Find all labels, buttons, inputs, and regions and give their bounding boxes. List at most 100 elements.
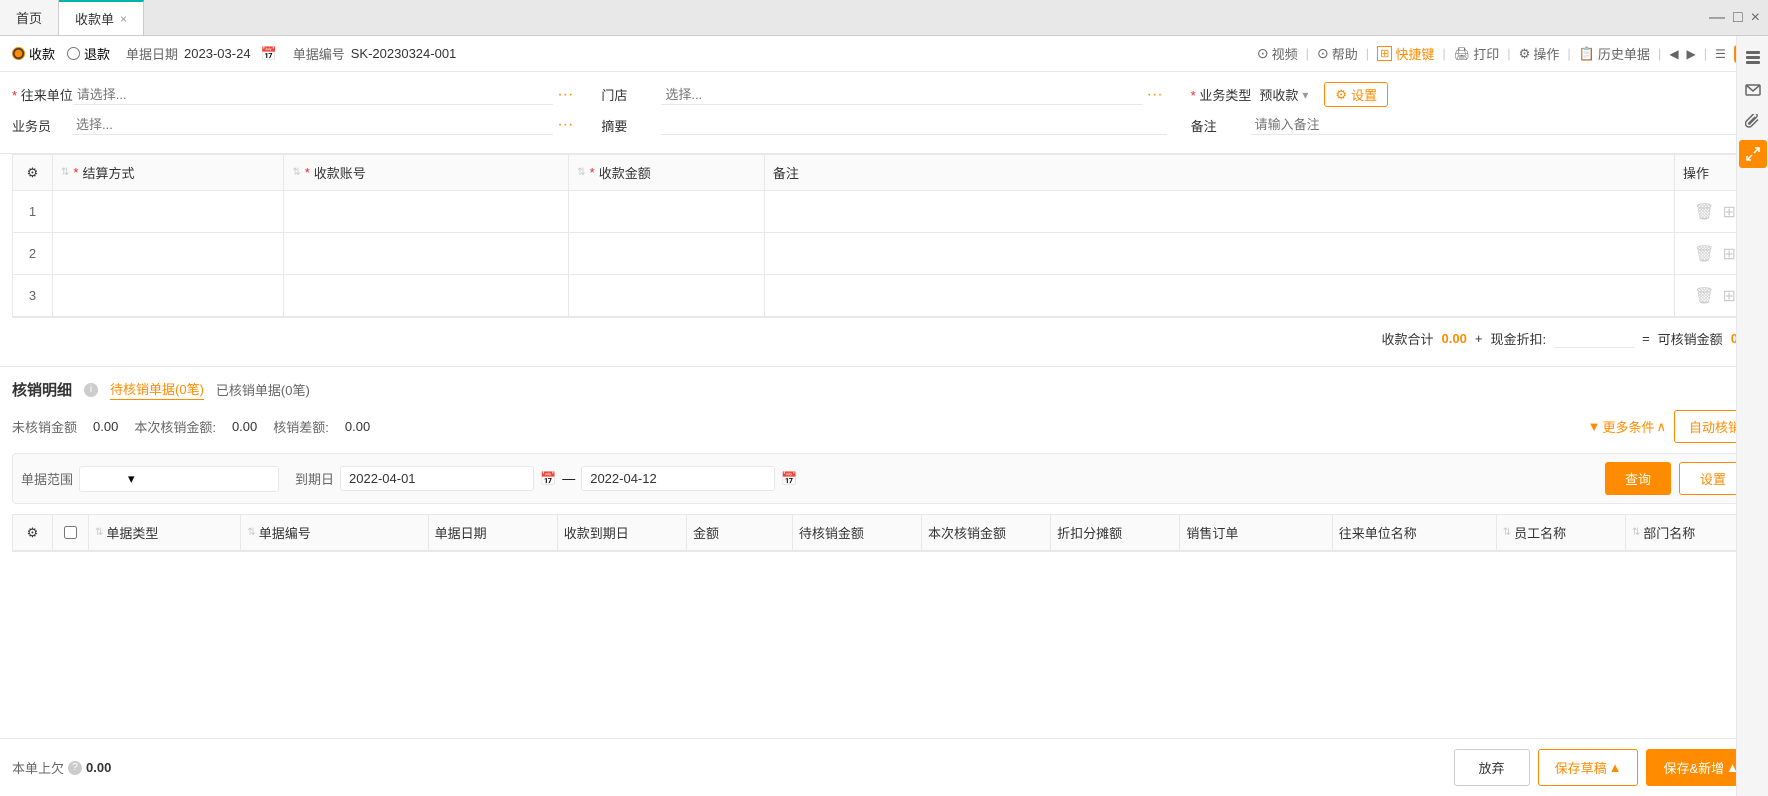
select-all-checkbox[interactable] bbox=[64, 526, 77, 539]
history-icon: 📋 bbox=[1579, 46, 1595, 62]
doc-range-select[interactable]: ▾ bbox=[79, 466, 279, 492]
due-date-label: 到期日 bbox=[295, 469, 334, 488]
detail-th-discount: 折扣分摊额 bbox=[1051, 515, 1180, 550]
row-1-remark[interactable] bbox=[765, 191, 1675, 232]
save-draft-button[interactable]: 保存草稿 ▲ bbox=[1538, 749, 1639, 786]
row-3-delete-icon[interactable]: 🗑 bbox=[1694, 286, 1714, 306]
counterpart-ellipsis[interactable]: ··· bbox=[553, 86, 577, 104]
settings-gear-icon: ⚙ bbox=[1335, 87, 1347, 103]
row-1-account[interactable] bbox=[284, 191, 569, 232]
form-row-2: 业务员 ··· 摘要 备注 bbox=[12, 115, 1756, 135]
detail-th-writeoff-amt: 本次核销金额 bbox=[922, 515, 1051, 550]
sidebar-expand-icon[interactable] bbox=[1739, 140, 1767, 168]
row-1-amount[interactable] bbox=[569, 191, 765, 232]
tab-receipt-label: 收款单 bbox=[75, 9, 114, 28]
pending-tab[interactable]: 待核销单据(0笔) bbox=[110, 379, 204, 400]
filter-icon: ▼ bbox=[1588, 419, 1601, 434]
row-2-copy-icon[interactable]: ⊞ bbox=[1722, 244, 1735, 264]
video-btn[interactable]: ⊙ 视频 bbox=[1257, 44, 1298, 63]
help-btn[interactable]: ⊙ 帮助 bbox=[1317, 44, 1358, 63]
row-3-amount[interactable] bbox=[569, 275, 765, 316]
current-label: 本单上欠 bbox=[12, 758, 64, 777]
row-2-settlement[interactable] bbox=[53, 233, 284, 274]
store-ellipsis[interactable]: ··· bbox=[1143, 86, 1167, 104]
more-conditions-btn[interactable]: ▼ 更多条件 ∧ bbox=[1588, 417, 1666, 436]
summary-label: 摘要 bbox=[601, 116, 661, 135]
sidebar-table-icon[interactable] bbox=[1739, 44, 1767, 72]
detail-th-amount: 金额 bbox=[687, 515, 793, 550]
counterpart-input[interactable] bbox=[73, 85, 554, 105]
sidebar-clip-icon[interactable] bbox=[1739, 108, 1767, 136]
tab-receipt[interactable]: 收款单 × bbox=[59, 0, 144, 35]
due-date-from-input[interactable] bbox=[340, 466, 534, 491]
row-2-account[interactable] bbox=[284, 233, 569, 274]
prev-btn[interactable]: ◀ bbox=[1669, 47, 1678, 61]
list-view-btn[interactable]: ☰ bbox=[1715, 47, 1726, 61]
summary-input[interactable] bbox=[661, 115, 1166, 135]
save-draft-dropdown-icon[interactable]: ▲ bbox=[1609, 760, 1622, 775]
date-from-calendar-icon[interactable]: 📅 bbox=[540, 471, 556, 487]
row-1-settlement[interactable] bbox=[53, 191, 284, 232]
maximize-icon[interactable]: □ bbox=[1733, 9, 1743, 27]
detail-th-check[interactable] bbox=[53, 515, 89, 550]
history-btn[interactable]: 📋 历史单据 bbox=[1579, 44, 1650, 63]
bottom-actions: 放弃 保存草稿 ▲ 保存&新增 ▲ bbox=[1454, 749, 1756, 786]
receipt-radio[interactable]: 收款 bbox=[12, 44, 55, 63]
operation-icon: ⚙ bbox=[1519, 46, 1531, 62]
row-1-delete-icon[interactable]: 🗑 bbox=[1694, 202, 1714, 222]
row-1-copy-icon[interactable]: ⊞ bbox=[1722, 202, 1735, 222]
diff-value: 0.00 bbox=[345, 419, 370, 434]
date-value[interactable]: 2023-03-24 bbox=[184, 46, 251, 61]
salesperson-input[interactable] bbox=[72, 115, 553, 135]
row-3-remark[interactable] bbox=[765, 275, 1675, 316]
detail-th-doc-date: 单据日期 bbox=[429, 515, 558, 550]
chevron-up-icon: ∧ bbox=[1656, 419, 1666, 435]
detail-th-customer: 往来单位名称 bbox=[1333, 515, 1497, 550]
tab-home[interactable]: 首页 bbox=[0, 0, 59, 35]
refund-radio[interactable]: 退款 bbox=[67, 44, 110, 63]
plus-sign: + bbox=[1475, 331, 1483, 346]
calendar-icon[interactable]: 📅 bbox=[261, 46, 277, 62]
row-2-remark[interactable] bbox=[765, 233, 1675, 274]
current-writeoff-label: 本次核销金额: bbox=[134, 417, 216, 436]
doc-range-field: 单据范围 ▾ bbox=[21, 466, 279, 492]
salesperson-ellipsis[interactable]: ··· bbox=[553, 116, 577, 134]
unchecked-label: 未核销金额 bbox=[12, 417, 77, 436]
operation-btn[interactable]: ⚙ 操作 bbox=[1519, 44, 1560, 63]
print-btn[interactable]: 🖨 打印 bbox=[1454, 44, 1500, 63]
store-label: 门店 bbox=[601, 85, 661, 104]
abandon-button[interactable]: 放弃 bbox=[1454, 749, 1530, 786]
bottom-info-icon[interactable]: ? bbox=[68, 761, 82, 775]
discount-input[interactable] bbox=[1554, 328, 1634, 348]
row-3-copy-icon[interactable]: ⊞ bbox=[1722, 286, 1735, 306]
business-type-dropdown-icon[interactable]: ▾ bbox=[1302, 88, 1308, 102]
writeoff-info-icon[interactable]: i bbox=[84, 383, 98, 397]
th-settlement: ⇅ * 结算方式 bbox=[53, 155, 284, 190]
doc-range-label: 单据范围 bbox=[21, 469, 73, 488]
detail-table: ⚙ ⇅ 单据类型 ⇅ 单据编号 单据日期 收款到期日 bbox=[12, 514, 1756, 552]
row-2-delete-icon[interactable]: 🗑 bbox=[1694, 244, 1714, 264]
sidebar-email-icon[interactable] bbox=[1739, 76, 1767, 104]
row-3-account[interactable] bbox=[284, 275, 569, 316]
table-settings-icon[interactable]: ⚙ bbox=[13, 155, 53, 190]
detail-settings-icon[interactable]: ⚙ bbox=[13, 515, 53, 550]
number-label: 单据编号 bbox=[293, 44, 345, 63]
detail-th-pending: 待核销金额 bbox=[793, 515, 922, 550]
main-content: 收款 退款 单据日期 2023-03-24 📅 单据编号 SK-20230324… bbox=[0, 36, 1768, 796]
minimize-icon[interactable]: — bbox=[1709, 9, 1725, 27]
row-3-settlement[interactable] bbox=[53, 275, 284, 316]
remark-input[interactable] bbox=[1251, 115, 1756, 135]
close-icon[interactable]: × bbox=[1751, 9, 1760, 27]
form-row-1: * 往来单位 ··· 门店 ··· * 业务类型 预收款 ▾ ⚙ bbox=[12, 82, 1756, 107]
due-date-to-input[interactable] bbox=[581, 466, 775, 491]
row-2-amount[interactable] bbox=[569, 233, 765, 274]
shortcut-btn[interactable]: ⊞ 快捷键 bbox=[1377, 44, 1434, 63]
done-tab[interactable]: 已核销单据(0笔) bbox=[216, 380, 310, 399]
store-input[interactable] bbox=[661, 85, 1142, 105]
next-btn[interactable]: ▶ bbox=[1687, 47, 1696, 61]
settings-button[interactable]: ⚙ 设置 bbox=[1324, 82, 1388, 107]
radio-group: 收款 退款 bbox=[12, 44, 110, 63]
date-to-calendar-icon[interactable]: 📅 bbox=[781, 471, 797, 487]
tab-close-icon[interactable]: × bbox=[120, 12, 127, 26]
query-button[interactable]: 查询 bbox=[1605, 462, 1671, 495]
